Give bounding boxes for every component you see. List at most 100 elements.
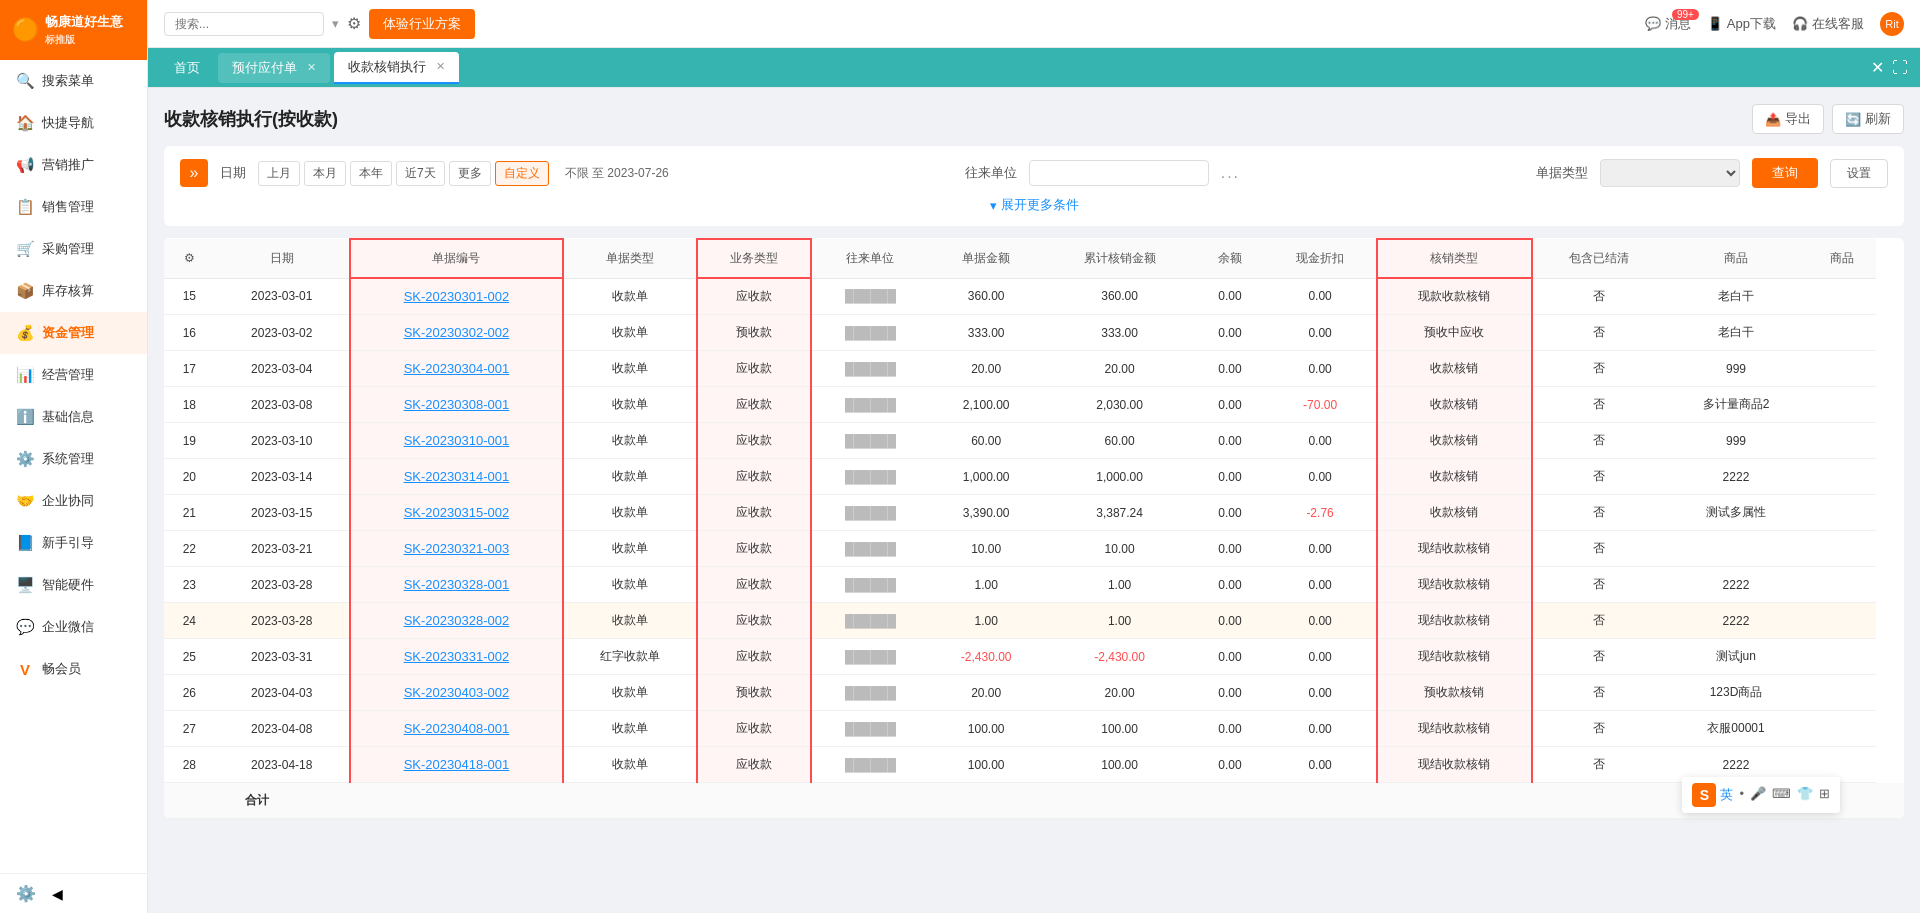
- table-cell: 2023-03-02: [215, 315, 350, 351]
- table-cell: 否: [1532, 423, 1665, 459]
- table-cell[interactable]: SK-20230328-002: [350, 603, 563, 639]
- bill-no-link[interactable]: SK-20230308-001: [404, 397, 510, 412]
- topbar-gear-icon[interactable]: ⚙: [347, 14, 361, 33]
- table-cell[interactable]: SK-20230302-002: [350, 315, 563, 351]
- bill-no-link[interactable]: SK-20230321-003: [404, 541, 510, 556]
- total-cell: [929, 783, 1044, 819]
- partner-input[interactable]: [1029, 160, 1209, 186]
- service-label: 在线客服: [1812, 15, 1864, 33]
- bill-no-link[interactable]: SK-20230403-002: [404, 685, 510, 700]
- bill-no-link[interactable]: SK-20230328-002: [404, 613, 510, 628]
- sidebar-item-wechat[interactable]: 💬 企业微信: [0, 606, 147, 648]
- table-cell[interactable]: SK-20230418-001: [350, 747, 563, 783]
- filter-ellipsis[interactable]: ...: [1221, 164, 1240, 182]
- solution-button[interactable]: 体验行业方案: [369, 9, 475, 39]
- bill-no-link[interactable]: SK-20230304-001: [404, 361, 510, 376]
- logo-title: 畅康道好生意: [45, 13, 123, 31]
- sidebar-item-sales[interactable]: 📋 销售管理: [0, 186, 147, 228]
- date-btn-this-month[interactable]: 本月: [304, 161, 346, 186]
- topbar-search-input[interactable]: [164, 12, 324, 36]
- table-cell: 收款单: [563, 387, 698, 423]
- col-header-bill-no: 单据编号: [350, 239, 563, 278]
- bill-no-link[interactable]: SK-20230328-001: [404, 577, 510, 592]
- table-cell: 收款核销: [1377, 351, 1532, 387]
- bill-no-link[interactable]: SK-20230314-001: [404, 469, 510, 484]
- sidebar-item-purchase[interactable]: 🛒 采购管理: [0, 228, 147, 270]
- sidebar-collapse-icon[interactable]: ◀: [52, 886, 63, 902]
- table-cell[interactable]: SK-20230328-001: [350, 567, 563, 603]
- sidebar-item-finance[interactable]: 💰 资金管理: [0, 312, 147, 354]
- table-cell[interactable]: SK-20230321-003: [350, 531, 563, 567]
- table-cell[interactable]: SK-20230331-002: [350, 639, 563, 675]
- tab-close-all-icon[interactable]: ✕: [1871, 58, 1884, 77]
- date-btn-7days[interactable]: 近7天: [396, 161, 445, 186]
- table-cell[interactable]: SK-20230314-001: [350, 459, 563, 495]
- table-cell[interactable]: SK-20230315-002: [350, 495, 563, 531]
- online-service-button[interactable]: 🎧 在线客服: [1792, 15, 1864, 33]
- sidebar-item-hardware[interactable]: 🖥️ 智能硬件: [0, 564, 147, 606]
- tab-home[interactable]: 首页: [160, 53, 214, 83]
- dropdown-arrow-icon[interactable]: ▾: [332, 16, 339, 31]
- bill-no-link[interactable]: SK-20230408-001: [404, 721, 510, 736]
- table-cell: [1807, 387, 1876, 423]
- table-cell: 15: [164, 278, 215, 315]
- table-scroll-wrapper[interactable]: ⚙ 日期 单据编号 单据类型 业务类型 往来单位 单据金额 累计核销金额 余额 …: [164, 238, 1904, 819]
- bill-no-link[interactable]: SK-20230302-002: [404, 325, 510, 340]
- bill-no-link[interactable]: SK-20230301-002: [404, 289, 510, 304]
- sidebar-menu: 🔍 搜索菜单 🏠 快捷导航 📢 营销推广 📋 销售管理 🛒 采购管理 📦 库存核…: [0, 60, 147, 873]
- table-cell[interactable]: SK-20230310-001: [350, 423, 563, 459]
- sidebar-settings-icon[interactable]: ⚙️: [16, 884, 36, 903]
- table-cell: 20.00: [1044, 675, 1196, 711]
- sidebar-item-quicknav[interactable]: 🏠 快捷导航: [0, 102, 147, 144]
- sidebar-item-basic[interactable]: ℹ️ 基础信息: [0, 396, 147, 438]
- bill-no-link[interactable]: SK-20230418-001: [404, 757, 510, 772]
- watermark-icon-3: 🎤: [1750, 786, 1766, 804]
- table-cell: 1.00: [929, 603, 1044, 639]
- table-cell[interactable]: SK-20230304-001: [350, 351, 563, 387]
- sidebar-item-inventory[interactable]: 📦 库存核算: [0, 270, 147, 312]
- date-btn-more[interactable]: 更多: [449, 161, 491, 186]
- messages-button[interactable]: 💬 消息 99+: [1645, 15, 1691, 33]
- filter-toggle-button[interactable]: »: [180, 159, 208, 187]
- sidebar-item-marketing[interactable]: 📢 营销推广: [0, 144, 147, 186]
- tab-prepay[interactable]: 预付应付单 ✕: [218, 53, 330, 83]
- export-button[interactable]: 📤 导出: [1752, 104, 1824, 134]
- table-cell[interactable]: SK-20230308-001: [350, 387, 563, 423]
- table-cell[interactable]: SK-20230301-002: [350, 278, 563, 315]
- tab-receipt[interactable]: 收款核销执行 ✕: [334, 52, 459, 84]
- sidebar-item-search[interactable]: 🔍 搜索菜单: [0, 60, 147, 102]
- table-cell[interactable]: SK-20230408-001: [350, 711, 563, 747]
- data-table-container: ⚙ 日期 单据编号 单据类型 业务类型 往来单位 单据金额 累计核销金额 余额 …: [164, 238, 1904, 819]
- tab-prepay-close-icon[interactable]: ✕: [307, 61, 316, 74]
- bill-no-link[interactable]: SK-20230315-002: [404, 505, 510, 520]
- tab-expand-icon[interactable]: ⛶: [1892, 59, 1908, 77]
- query-button[interactable]: 查询: [1752, 158, 1818, 188]
- sidebar-item-operations[interactable]: 📊 经营管理: [0, 354, 147, 396]
- total-cell: 合计: [164, 783, 350, 819]
- bill-no-link[interactable]: SK-20230310-001: [404, 433, 510, 448]
- bill-type-select[interactable]: [1600, 159, 1740, 187]
- date-btn-this-year[interactable]: 本年: [350, 161, 392, 186]
- table-cell: 10.00: [929, 531, 1044, 567]
- sidebar-item-guide[interactable]: 📘 新手引导: [0, 522, 147, 564]
- app-download-button[interactable]: 📱 App下载: [1707, 15, 1776, 33]
- sidebar-item-system[interactable]: ⚙️ 系统管理: [0, 438, 147, 480]
- table-cell[interactable]: SK-20230403-002: [350, 675, 563, 711]
- page-header: 收款核销执行(按收款) 📤 导出 🔄 刷新: [164, 104, 1904, 134]
- table-cell: ██████: [811, 531, 928, 567]
- sidebar-item-member[interactable]: V 畅会员: [0, 648, 147, 690]
- date-btn-last-month[interactable]: 上月: [258, 161, 300, 186]
- table-cell: 1,000.00: [1044, 459, 1196, 495]
- sidebar-label-guide: 新手引导: [42, 534, 94, 552]
- date-btn-custom[interactable]: 自定义: [495, 161, 549, 186]
- refresh-button[interactable]: 🔄 刷新: [1832, 104, 1904, 134]
- setting-button[interactable]: 设置: [1830, 159, 1888, 188]
- table-cell: [1807, 495, 1876, 531]
- user-profile-button[interactable]: Rit: [1880, 12, 1904, 36]
- expand-more-link[interactable]: ▾ 展开更多条件: [990, 196, 1079, 214]
- table-cell: 333.00: [1044, 315, 1196, 351]
- sidebar-label-finance: 资金管理: [42, 324, 94, 342]
- bill-no-link[interactable]: SK-20230331-002: [404, 649, 510, 664]
- tab-receipt-close-icon[interactable]: ✕: [436, 60, 445, 73]
- sidebar-item-enterprise[interactable]: 🤝 企业协同: [0, 480, 147, 522]
